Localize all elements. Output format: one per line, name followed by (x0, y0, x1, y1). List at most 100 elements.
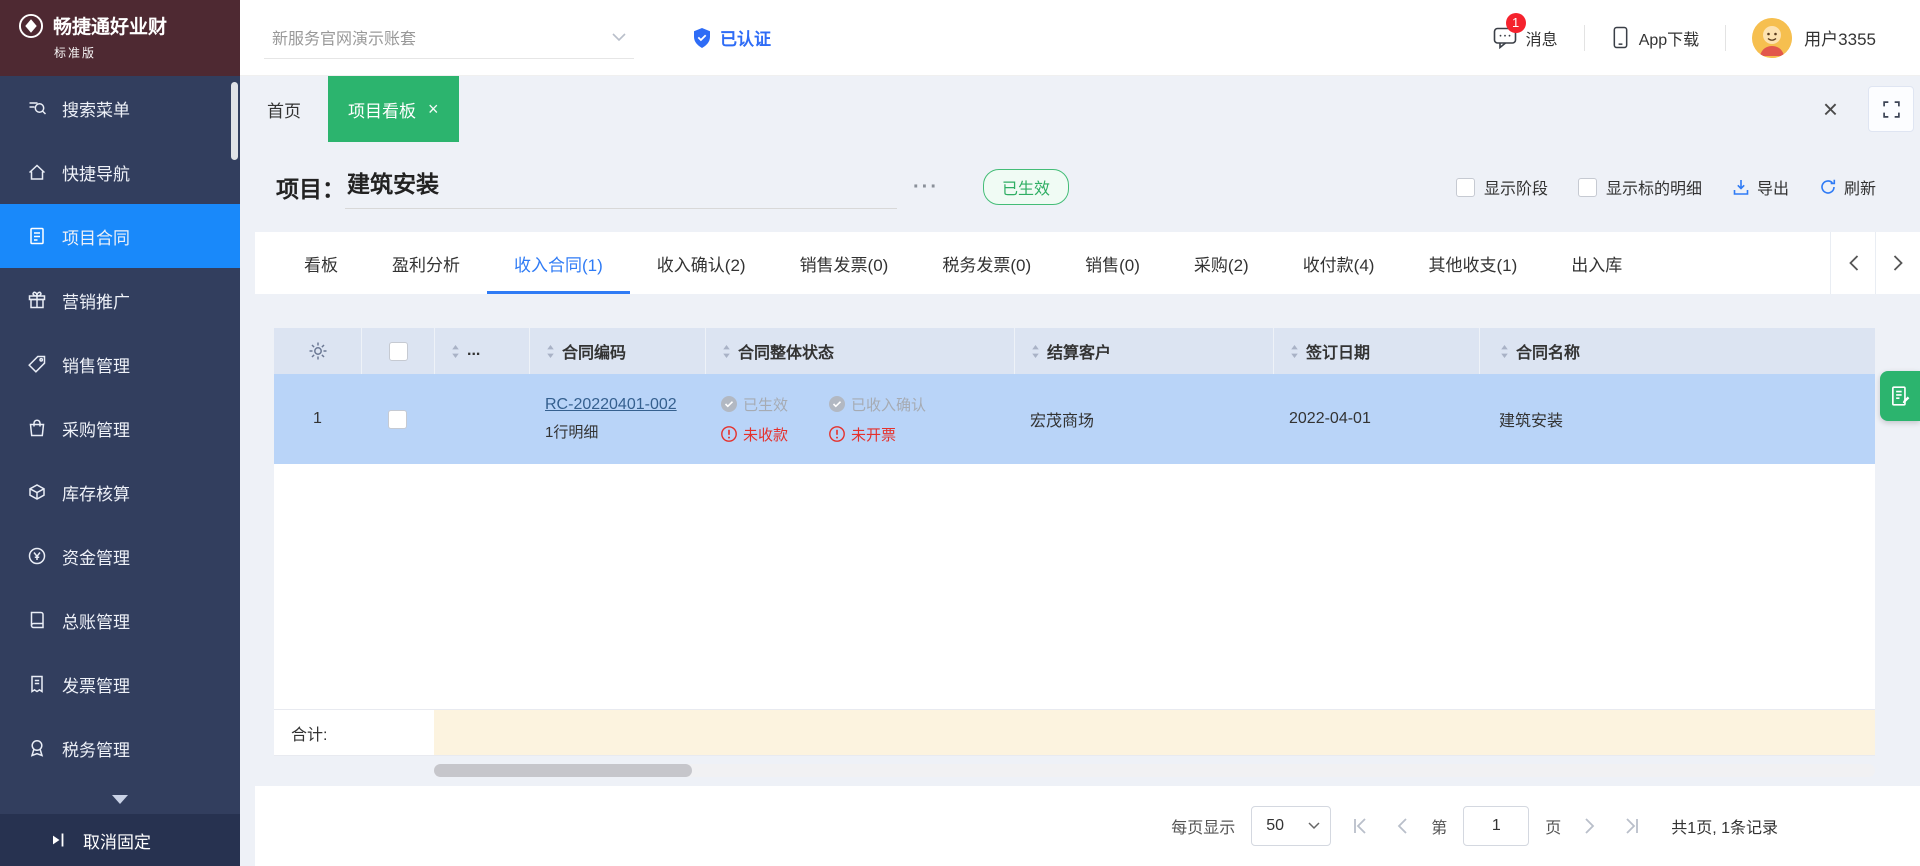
sidebar-item-funds[interactable]: 资金管理 (0, 524, 240, 588)
prev-page-button[interactable] (1389, 813, 1415, 839)
sidebar-item-project-contract[interactable]: 项目合同 (0, 204, 240, 268)
tab-stock-io[interactable]: 出入库 (1544, 232, 1649, 294)
topbar: 畅捷通好业财 标准版 新服务官网演示账套 已认证 1 消息 App下载 用户33… (0, 0, 1920, 76)
column-header-status[interactable]: 合同整体状态 (705, 328, 1014, 374)
show-detail-checkbox-group[interactable]: 显示标的明细 (1577, 175, 1702, 199)
tabs-scroll-left-button[interactable] (1830, 232, 1875, 294)
show-detail-checkbox[interactable] (1577, 177, 1597, 197)
tab-project-board[interactable]: 项目看板 × (328, 76, 459, 142)
table-settings-cell[interactable] (274, 328, 361, 374)
tab-home-label: 首页 (267, 101, 301, 121)
sidebar-item-search-menu[interactable]: 搜索菜单 (0, 76, 240, 140)
project-name-field[interactable]: 建筑安装 (345, 165, 897, 209)
username-label[interactable]: 用户3355 (1804, 25, 1876, 50)
sidebar-scrollbar-thumb[interactable] (231, 82, 238, 160)
page-prefix-label: 第 (1431, 820, 1448, 837)
status-effective: 已生效 (721, 394, 807, 415)
book-icon (27, 610, 47, 630)
first-page-button[interactable] (1347, 813, 1373, 839)
select-all-checkbox[interactable] (388, 341, 408, 361)
sort-icon[interactable] (1031, 344, 1040, 358)
pagination-summary: 共1页, 1条记录 (1671, 820, 1778, 837)
tab-board[interactable]: 看板 (277, 232, 365, 294)
coin-icon (27, 546, 47, 566)
sidebar-unpin-button[interactable]: 取消固定 (0, 814, 240, 866)
fullscreen-button[interactable] (1868, 86, 1914, 132)
row-customer: 宏茂商场 (1030, 413, 1095, 430)
tab-payments[interactable]: 收付款(4) (1276, 232, 1402, 294)
window-tabstrip: 首页 项目看板 × × (240, 76, 1920, 142)
last-page-button[interactable] (1619, 813, 1645, 839)
account-set-dropdown[interactable]: 新服务官网演示账套 (264, 16, 634, 59)
messages-button[interactable]: 1 消息 (1493, 12, 1558, 50)
tab-sales[interactable]: 销售(0) (1058, 232, 1167, 294)
tab-income-confirm[interactable]: 收入确认(2) (630, 232, 773, 294)
sidebar-scroll-down-icon[interactable] (112, 795, 128, 804)
sidebar-item-inventory[interactable]: 库存核算 (0, 460, 240, 524)
tab-sales-invoice[interactable]: 销售发票(0) (773, 232, 916, 294)
tab-purchase[interactable]: 采购(2) (1167, 232, 1276, 294)
contract-code-link[interactable]: RC-20220401-002 (545, 396, 677, 414)
next-page-button[interactable] (1577, 813, 1603, 839)
show-stage-checkbox[interactable] (1455, 177, 1475, 197)
side-panel-toggle-button[interactable] (1880, 371, 1920, 421)
sidebar-item-quick-nav[interactable]: 快捷导航 (0, 140, 240, 204)
show-detail-label: 显示标的明细 (1605, 181, 1702, 198)
sort-icon[interactable] (451, 344, 460, 358)
column-header-date[interactable]: 签订日期 (1273, 328, 1479, 374)
sort-icon[interactable] (546, 344, 555, 358)
tab-income-contract[interactable]: 收入合同(1) (487, 232, 630, 294)
tab-home[interactable]: 首页 (240, 76, 328, 142)
row-select-cell[interactable] (361, 409, 434, 429)
page-suffix-label: 页 (1545, 820, 1562, 837)
chevron-down-icon (1308, 822, 1320, 830)
tabs-scroll-right-button[interactable] (1875, 232, 1920, 294)
sidebar-item-label: 资金管理 (62, 548, 130, 568)
select-all-cell[interactable] (361, 328, 434, 374)
column-header-name[interactable]: 合同名称 (1479, 328, 1875, 374)
per-page-select[interactable]: 50 (1251, 806, 1332, 846)
sidebar-item-tax[interactable]: 税务管理 (0, 716, 240, 780)
user-avatar[interactable] (1752, 17, 1793, 58)
page-header: 项目： 建筑安装 ··· 已生效 显示阶段 显示标的明细 导出 刷新 (240, 142, 1920, 232)
column-header-customer[interactable]: 结算客户 (1014, 328, 1273, 374)
sidebar-item-purchase[interactable]: 采购管理 (0, 396, 240, 460)
column-header-more[interactable]: ... (434, 328, 529, 374)
sidebar-item-sales[interactable]: 销售管理 (0, 332, 240, 396)
sort-icon[interactable] (1500, 344, 1509, 358)
refresh-icon (1819, 178, 1837, 196)
brand-edition: 标准版 (54, 46, 97, 60)
medal-icon (27, 738, 47, 758)
close-page-icon[interactable]: × (1823, 96, 1838, 122)
row-checkbox[interactable] (388, 409, 407, 429)
tab-other-income[interactable]: 其他收支(1) (1401, 232, 1544, 294)
show-stage-checkbox-group[interactable]: 显示阶段 (1455, 175, 1548, 199)
sort-icon[interactable] (722, 344, 731, 358)
project-name-value: 建筑安装 (347, 171, 439, 197)
tab-profit-analysis[interactable]: 盈利分析 (365, 232, 487, 294)
column-header-code[interactable]: 合同编码 (529, 328, 705, 374)
brand-logo-icon (18, 13, 44, 39)
sidebar-item-ledger[interactable]: 总账管理 (0, 588, 240, 652)
sidebar-item-label: 项目合同 (62, 228, 130, 248)
check-circle-icon (829, 396, 845, 412)
sidebar-item-marketing[interactable]: 营销推广 (0, 268, 240, 332)
tab-tax-invoice[interactable]: 税务发票(0) (915, 232, 1058, 294)
table-row[interactable]: 1 RC-20220401-002 1行明细 已生效 已收入确认 未收款 未开票… (274, 374, 1875, 466)
certified-label: 已认证 (720, 30, 771, 49)
refresh-button[interactable]: 刷新 (1819, 175, 1876, 199)
horizontal-scrollbar (274, 764, 1875, 777)
app-download-button[interactable]: App下载 (1611, 26, 1699, 50)
more-icon[interactable]: ··· (913, 176, 939, 199)
page-number-input[interactable] (1463, 806, 1530, 846)
topbar-divider (1583, 24, 1585, 51)
tab-close-icon[interactable]: × (428, 99, 439, 120)
tab-project-board-label: 项目看板 (348, 101, 416, 121)
export-button[interactable]: 导出 (1732, 175, 1789, 199)
certified-badge[interactable]: 已认证 (692, 25, 771, 50)
horizontal-scrollbar-thumb[interactable] (434, 764, 692, 777)
sidebar: 搜索菜单 快捷导航 项目合同 营销推广 销售管理 采购管理 库存核算 资金管理 … (0, 76, 240, 866)
sort-icon[interactable] (1290, 344, 1299, 358)
table-empty-area (274, 466, 1875, 709)
sidebar-item-invoice[interactable]: 发票管理 (0, 652, 240, 716)
